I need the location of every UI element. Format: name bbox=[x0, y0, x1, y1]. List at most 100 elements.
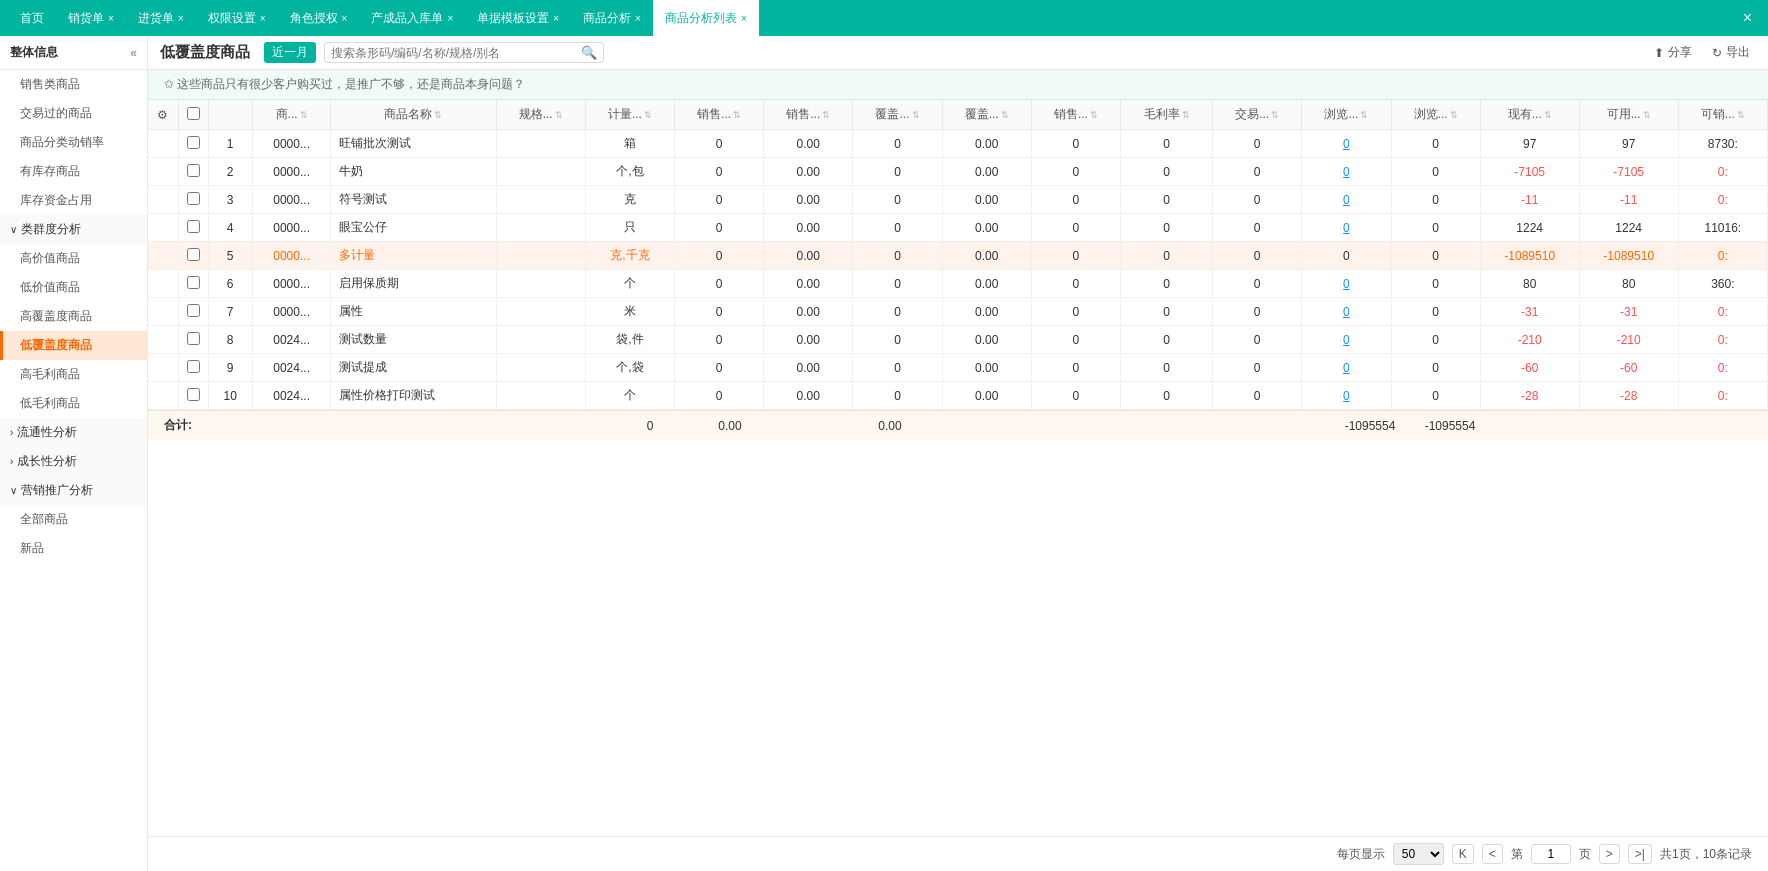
row-browse1[interactable]: 0 bbox=[1302, 298, 1391, 326]
column-header-unit[interactable]: 计量... ⇅ bbox=[585, 100, 674, 130]
sidebar-item-category-rate[interactable]: 商品分类动销率 bbox=[0, 128, 147, 157]
row-browse1[interactable]: 0 bbox=[1302, 130, 1391, 158]
nav-item-product-analysis[interactable]: 商品分析 × bbox=[571, 0, 653, 36]
export-button[interactable]: ↻ 导出 bbox=[1706, 42, 1756, 63]
sidebar-collapse-button[interactable]: « bbox=[130, 46, 137, 60]
row-browse1[interactable]: 0 bbox=[1302, 270, 1391, 298]
column-header-name[interactable]: 商品名称 ⇅ bbox=[331, 100, 496, 130]
row-checkbox[interactable] bbox=[178, 186, 208, 214]
row-settings[interactable] bbox=[148, 326, 178, 354]
row-name[interactable]: 符号测试 bbox=[331, 186, 496, 214]
row-settings[interactable] bbox=[148, 298, 178, 326]
close-icon[interactable]: × bbox=[741, 13, 747, 24]
row-browse1[interactable]: 0 bbox=[1302, 326, 1391, 354]
row-settings[interactable] bbox=[148, 214, 178, 242]
share-button[interactable]: ⬆ 分享 bbox=[1648, 42, 1698, 63]
row-name[interactable]: 牛奶 bbox=[331, 158, 496, 186]
sidebar-item-in-stock[interactable]: 有库存商品 bbox=[0, 157, 147, 186]
page-input[interactable] bbox=[1531, 844, 1571, 864]
row-browse1[interactable]: 0 bbox=[1302, 382, 1391, 410]
sidebar-item-low-value[interactable]: 低价值商品 bbox=[0, 273, 147, 302]
nav-item-product-analysis-list[interactable]: 商品分析列表 × bbox=[653, 0, 759, 36]
column-header-coverage-rate[interactable]: 覆盖... ⇅ bbox=[942, 100, 1031, 130]
nav-item-sales[interactable]: 销货单 × bbox=[56, 0, 126, 36]
row-browse1[interactable]: 0 bbox=[1302, 158, 1391, 186]
row-name[interactable]: 属性 bbox=[331, 298, 496, 326]
row-browse1[interactable]: 0 bbox=[1302, 242, 1391, 270]
sidebar-item-stock-capital[interactable]: 库存资金占用 bbox=[0, 186, 147, 215]
sidebar-item-high-margin[interactable]: 高毛利商品 bbox=[0, 360, 147, 389]
column-header-checkbox[interactable] bbox=[178, 100, 208, 130]
sidebar-group-circulation[interactable]: › 流通性分析 bbox=[0, 418, 147, 447]
row-browse1[interactable]: 0 bbox=[1302, 214, 1391, 242]
row-checkbox[interactable] bbox=[178, 298, 208, 326]
row-name[interactable]: 测试提成 bbox=[331, 354, 496, 382]
sidebar-group-marketing[interactable]: ∨ 营销推广分析 bbox=[0, 476, 147, 505]
row-checkbox[interactable] bbox=[178, 382, 208, 410]
row-settings[interactable] bbox=[148, 158, 178, 186]
close-all-button[interactable]: × bbox=[1735, 9, 1760, 27]
column-header-coverage-customers[interactable]: 覆盖... ⇅ bbox=[853, 100, 942, 130]
row-checkbox[interactable] bbox=[178, 242, 208, 270]
row-checkbox[interactable] bbox=[178, 270, 208, 298]
row-name[interactable]: 眼宝公仔 bbox=[331, 214, 496, 242]
column-header-spec[interactable]: 规格... ⇅ bbox=[496, 100, 585, 130]
nav-item-permissions[interactable]: 权限设置 × bbox=[196, 0, 278, 36]
close-icon[interactable]: × bbox=[342, 13, 348, 24]
row-checkbox[interactable] bbox=[178, 214, 208, 242]
sidebar-item-traded-goods[interactable]: 交易过的商品 bbox=[0, 99, 147, 128]
row-settings[interactable] bbox=[148, 130, 178, 158]
column-header-browse1[interactable]: 浏览... ⇅ bbox=[1302, 100, 1391, 130]
column-header-sales-qty[interactable]: 销售... ⇅ bbox=[674, 100, 763, 130]
sidebar-item-high-coverage[interactable]: 高覆盖度商品 bbox=[0, 302, 147, 331]
row-settings[interactable] bbox=[148, 382, 178, 410]
sidebar-group-growth[interactable]: › 成长性分析 bbox=[0, 447, 147, 476]
close-icon[interactable]: × bbox=[178, 13, 184, 24]
sidebar-item-sales-goods[interactable]: 销售类商品 bbox=[0, 70, 147, 99]
search-input[interactable] bbox=[331, 46, 581, 60]
sidebar-item-all-goods[interactable]: 全部商品 bbox=[0, 505, 147, 534]
sidebar-item-new-goods[interactable]: 新品 bbox=[0, 534, 147, 563]
column-header-sales-days[interactable]: 销售... ⇅ bbox=[1031, 100, 1120, 130]
close-icon[interactable]: × bbox=[108, 13, 114, 24]
gear-icon[interactable]: ⚙ bbox=[157, 108, 168, 122]
row-checkbox[interactable] bbox=[178, 326, 208, 354]
row-name[interactable]: 多计量 bbox=[331, 242, 496, 270]
select-all-checkbox[interactable] bbox=[187, 107, 200, 120]
nav-item-template[interactable]: 单据模板设置 × bbox=[465, 0, 571, 36]
sidebar-item-low-margin[interactable]: 低毛利商品 bbox=[0, 389, 147, 418]
close-icon[interactable]: × bbox=[553, 13, 559, 24]
column-header-current-stock[interactable]: 现有... ⇅ bbox=[1480, 100, 1579, 130]
close-icon[interactable]: × bbox=[635, 13, 641, 24]
close-icon[interactable]: × bbox=[260, 13, 266, 24]
search-icon[interactable]: 🔍 bbox=[581, 45, 597, 60]
row-settings[interactable] bbox=[148, 242, 178, 270]
first-page-button[interactable]: K bbox=[1452, 844, 1474, 864]
column-header-saleable[interactable]: 可销... ⇅ bbox=[1678, 100, 1767, 130]
nav-item-finished-goods[interactable]: 产成品入库单 × bbox=[359, 0, 465, 36]
row-browse1[interactable]: 0 bbox=[1302, 186, 1391, 214]
column-header-transactions[interactable]: 交易... ⇅ bbox=[1213, 100, 1302, 130]
next-page-button[interactable]: > bbox=[1599, 844, 1620, 864]
column-header-settings[interactable]: ⚙ bbox=[148, 100, 178, 130]
row-checkbox[interactable] bbox=[178, 354, 208, 382]
column-header-browse2[interactable]: 浏览... ⇅ bbox=[1391, 100, 1480, 130]
row-browse1[interactable]: 0 bbox=[1302, 354, 1391, 382]
nav-item-purchase[interactable]: 进货单 × bbox=[126, 0, 196, 36]
row-name[interactable]: 旺铺批次测试 bbox=[331, 130, 496, 158]
column-header-sales-amount[interactable]: 销售... ⇅ bbox=[764, 100, 853, 130]
row-settings[interactable] bbox=[148, 354, 178, 382]
sidebar-item-low-coverage[interactable]: 低覆盖度商品 bbox=[0, 331, 147, 360]
per-page-select[interactable]: 50 100 200 bbox=[1393, 843, 1444, 865]
sidebar-group-cluster-analysis[interactable]: ∨ 类群度分析 bbox=[0, 215, 147, 244]
nav-item-home[interactable]: 首页 bbox=[8, 0, 56, 36]
period-button[interactable]: 近一月 bbox=[264, 42, 316, 63]
row-settings[interactable] bbox=[148, 270, 178, 298]
row-checkbox[interactable] bbox=[178, 158, 208, 186]
row-settings[interactable] bbox=[148, 186, 178, 214]
column-header-available[interactable]: 可用... ⇅ bbox=[1579, 100, 1678, 130]
row-name[interactable]: 测试数量 bbox=[331, 326, 496, 354]
prev-page-button[interactable]: < bbox=[1482, 844, 1503, 864]
close-icon[interactable]: × bbox=[447, 13, 453, 24]
row-name[interactable]: 启用保质期 bbox=[331, 270, 496, 298]
